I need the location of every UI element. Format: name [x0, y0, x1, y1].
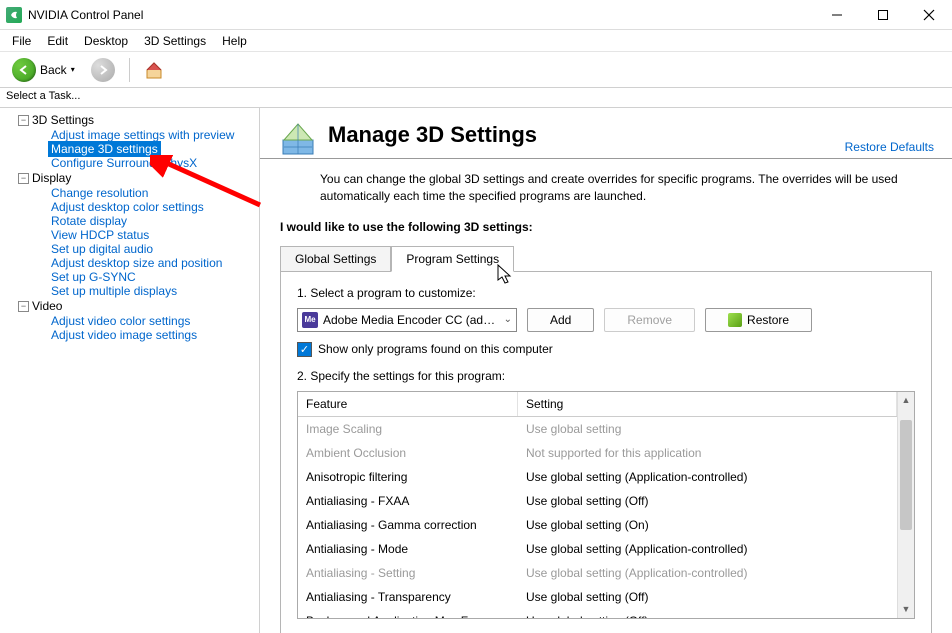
task-bar[interactable]: Select a Task... [0, 88, 952, 108]
feature-cell: Anisotropic filtering [298, 468, 518, 486]
menu-file[interactable]: File [4, 32, 39, 50]
feature-cell: Antialiasing - Mode [298, 540, 518, 558]
nvidia-chip-icon [728, 313, 742, 327]
feature-cell: Antialiasing - FXAA [298, 492, 518, 510]
menu-edit[interactable]: Edit [39, 32, 76, 50]
restore-button-label: Restore [747, 313, 789, 327]
back-label: Back [40, 63, 67, 77]
setting-cell: Use global setting (Off) [518, 492, 897, 510]
restore-defaults-link[interactable]: Restore Defaults [845, 140, 934, 158]
program-select-combo[interactable]: Me Adobe Media Encoder CC (adob... ⌄ [297, 308, 517, 332]
menu-help[interactable]: Help [214, 32, 255, 50]
step2-label: 2. Specify the settings for this program… [297, 369, 915, 383]
settings-table: Feature Setting Image ScalingUse global … [297, 391, 915, 619]
program-select-value: Adobe Media Encoder CC (adob... [323, 313, 499, 327]
col-header-setting[interactable]: Setting [518, 392, 897, 416]
setting-cell: Use global setting (On) [518, 516, 897, 534]
settings-scrollbar[interactable]: ▲ ▼ [897, 392, 914, 618]
back-button[interactable]: Back ▾ [6, 56, 81, 84]
close-icon [923, 9, 935, 21]
menu-desktop[interactable]: Desktop [76, 32, 136, 50]
tree-item-video-image[interactable]: Adjust video image settings [48, 327, 200, 343]
content-pane: Manage 3D Settings Restore Defaults You … [260, 108, 952, 633]
titlebar: NVIDIA Control Panel [0, 0, 952, 30]
settings-row[interactable]: Background Application Max Frame RateUse… [298, 609, 897, 618]
tab-strip: Global Settings Program Settings [280, 246, 932, 271]
setting-cell: Not supported for this application [518, 444, 897, 462]
settings-row[interactable]: Antialiasing - TransparencyUse global se… [298, 585, 897, 609]
feature-cell: Antialiasing - Setting [298, 564, 518, 582]
settings-header: Feature Setting [298, 392, 897, 417]
step1-label: 1. Select a program to customize: [297, 286, 915, 300]
maximize-button[interactable] [860, 0, 906, 30]
tree-item-configure-surround[interactable]: Configure Surround, PhysX [48, 155, 200, 171]
back-icon [12, 58, 36, 82]
page-title: Manage 3D Settings [328, 118, 835, 148]
settings-row[interactable]: Antialiasing - SettingUse global setting… [298, 561, 897, 585]
forward-icon [91, 58, 115, 82]
tab-panel-program-settings: 1. Select a program to customize: Me Ado… [280, 271, 932, 633]
menubar: File Edit Desktop 3D Settings Help [0, 30, 952, 52]
settings-row[interactable]: Ambient OcclusionNot supported for this … [298, 441, 897, 465]
tree-group-3d-settings[interactable]: − 3D Settings [16, 112, 257, 128]
tree-group-video[interactable]: − Video [16, 298, 257, 314]
scroll-up-icon[interactable]: ▲ [898, 392, 914, 409]
minimize-icon [831, 9, 843, 21]
setting-cell: Use global setting [518, 420, 897, 438]
restore-button[interactable]: Restore [705, 308, 812, 332]
toolbar-separator [129, 58, 130, 82]
setting-cell: Use global setting (Off) [518, 588, 897, 606]
close-button[interactable] [906, 0, 952, 30]
window-title: NVIDIA Control Panel [28, 8, 814, 22]
col-header-feature[interactable]: Feature [298, 392, 518, 416]
setting-cell: Use global setting (Application-controll… [518, 564, 897, 582]
settings-row[interactable]: Antialiasing - Gamma correctionUse globa… [298, 513, 897, 537]
scrollbar-thumb[interactable] [900, 420, 912, 530]
setting-cell: Use global setting (Application-controll… [518, 540, 897, 558]
feature-cell: Background Application Max Frame Rate [298, 612, 518, 618]
page-icon [278, 118, 318, 158]
settings-row[interactable]: Antialiasing - ModeUse global setting (A… [298, 537, 897, 561]
settings-row[interactable]: Image ScalingUse global setting [298, 417, 897, 441]
section-heading: I would like to use the following 3D set… [260, 220, 952, 246]
program-app-icon: Me [302, 312, 318, 328]
show-only-checkbox[interactable]: ✓ [297, 342, 312, 357]
collapse-icon[interactable]: − [18, 173, 29, 184]
menu-3d-settings[interactable]: 3D Settings [136, 32, 214, 50]
feature-cell: Antialiasing - Gamma correction [298, 516, 518, 534]
forward-button[interactable] [85, 56, 121, 84]
collapse-icon[interactable]: − [18, 115, 29, 126]
back-dropdown-icon: ▾ [71, 65, 75, 74]
minimize-button[interactable] [814, 0, 860, 30]
home-icon [144, 60, 164, 80]
feature-cell: Image Scaling [298, 420, 518, 438]
remove-button[interactable]: Remove [604, 308, 695, 332]
setting-cell: Use global setting (Application-controll… [518, 468, 897, 486]
tab-program-settings[interactable]: Program Settings [391, 246, 514, 272]
scroll-down-icon[interactable]: ▼ [898, 601, 914, 618]
maximize-icon [877, 9, 889, 21]
page-description: You can change the global 3D settings an… [260, 159, 952, 220]
setting-cell: Use global setting (Off) [518, 612, 897, 618]
toolbar: Back ▾ [0, 52, 952, 88]
page-header: Manage 3D Settings Restore Defaults [260, 108, 952, 159]
collapse-icon[interactable]: − [18, 301, 29, 312]
tab-global-settings[interactable]: Global Settings [280, 246, 391, 271]
tree-group-display[interactable]: − Display [16, 170, 257, 186]
add-button[interactable]: Add [527, 308, 594, 332]
show-only-label: Show only programs found on this compute… [318, 342, 553, 356]
tree-item-multiple-displays[interactable]: Set up multiple displays [48, 283, 180, 299]
feature-cell: Ambient Occlusion [298, 444, 518, 462]
sidebar: − 3D Settings Adjust image settings with… [0, 108, 260, 633]
settings-row[interactable]: Antialiasing - FXAAUse global setting (O… [298, 489, 897, 513]
home-button[interactable] [138, 58, 170, 82]
feature-cell: Antialiasing - Transparency [298, 588, 518, 606]
app-icon [6, 7, 22, 23]
chevron-down-icon: ⌄ [504, 314, 512, 325]
settings-row[interactable]: Anisotropic filteringUse global setting … [298, 465, 897, 489]
